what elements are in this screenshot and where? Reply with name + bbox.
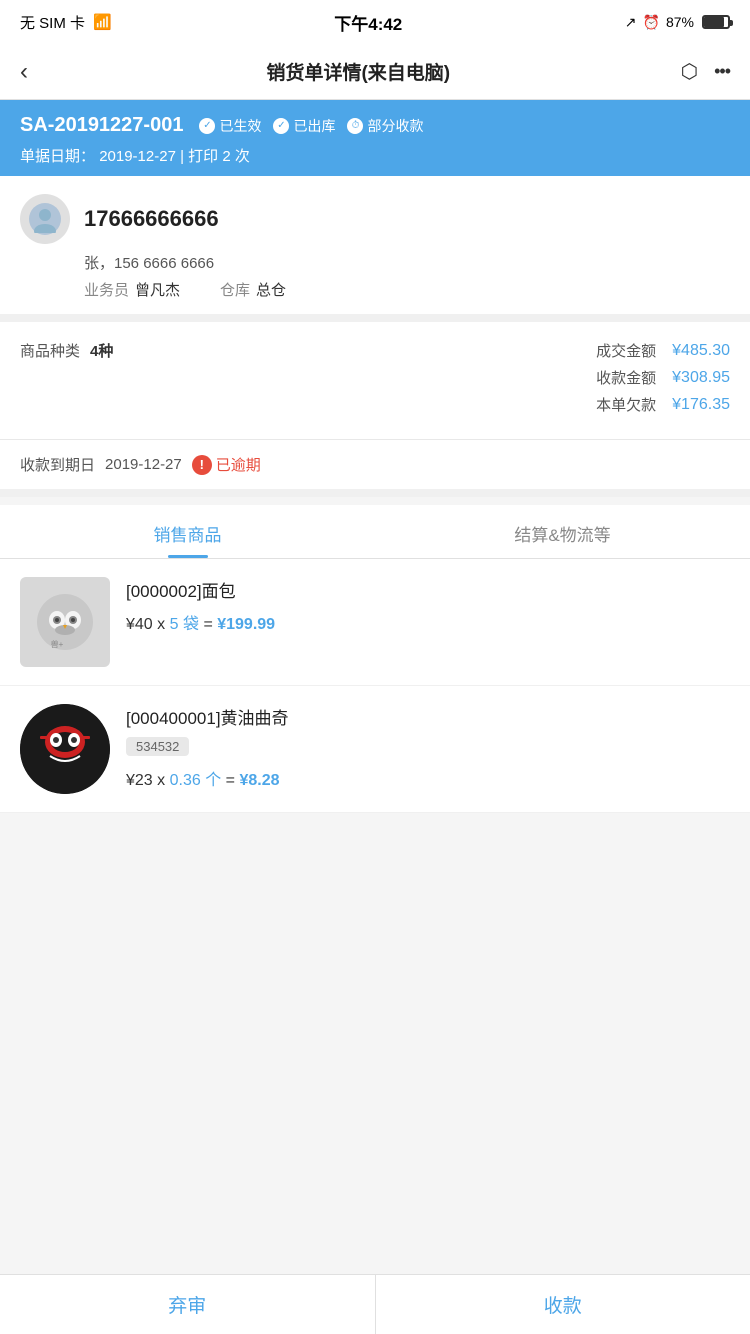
summary-grid: 商品种类 4种 成交金额 ¥485.30 收款金额 ¥308.95 本单欠款 ¥…: [20, 340, 730, 421]
wifi-icon: 📶: [93, 13, 112, 31]
divider-1: [0, 314, 750, 322]
product-type-label: 商品种类: [20, 340, 80, 361]
product-type-count: 4种: [90, 340, 113, 361]
sales-label: 业务员: [84, 279, 129, 300]
deal-amount-row: 成交金额 ¥485.30: [596, 340, 730, 361]
page-title: 销货单详情(来自电脑): [266, 58, 450, 85]
badge-activated: ✓ 已生效: [199, 116, 261, 136]
alarm-icon: ⏰: [643, 14, 660, 31]
product-info-1: [0000002]面包 ¥40 x 5 袋 = ¥199.99: [126, 577, 730, 634]
status-bar: 无 SIM 卡 📶 下午4:42 ↗ ⏰ 87%: [0, 0, 750, 44]
debt-amount: ¥176.35: [672, 396, 730, 414]
avatar: [20, 194, 70, 244]
receipt-amount-row: 收款金额 ¥308.95: [596, 367, 730, 388]
order-badges: ✓ 已生效 ✓ 已出库 ⏱ 部分收款: [199, 116, 423, 136]
share-icon[interactable]: ⬡: [681, 59, 698, 84]
status-time: 下午4:42: [334, 10, 402, 35]
overdue-text: 已逾期: [216, 454, 261, 475]
location-icon: ↗: [625, 14, 637, 31]
check-icon-2: ✓: [273, 118, 289, 134]
battery-bar: [702, 15, 730, 29]
divider-2: [0, 489, 750, 497]
print-count: 2: [222, 148, 230, 165]
product-sku-2: 534532: [126, 737, 189, 756]
back-button[interactable]: ‹: [20, 54, 36, 90]
overdue-badge: ! 已逾期: [192, 454, 261, 475]
svg-text:兽+: 兽+: [51, 639, 64, 649]
customer-id: 17666666666: [84, 206, 219, 232]
tab-sales-products[interactable]: 销售商品: [0, 505, 375, 558]
product-item-2: [000400001]黄油曲奇 534532 ¥23 x 0.36 个 = ¥8…: [0, 686, 750, 813]
warehouse-name: 总仓: [256, 279, 286, 300]
debt-amount-row: 本单欠款 ¥176.35: [596, 394, 730, 415]
badge-partial-payment: ⏱ 部分收款: [347, 116, 423, 136]
receipt-amount: ¥308.95: [672, 369, 730, 387]
header-banner: SA-20191227-001 ✓ 已生效 ✓ 已出库 ⏱ 部分收款 单据日期：…: [0, 100, 750, 176]
product-price-2: ¥23 x 0.36 个 = ¥8.28: [126, 766, 730, 790]
warehouse-meta: 仓库 总仓: [220, 279, 286, 300]
summary-section: 商品种类 4种 成交金额 ¥485.30 收款金额 ¥308.95 本单欠款 ¥…: [0, 322, 750, 439]
product-thumb-1: 兽+: [20, 577, 110, 667]
product-total-2: ¥8.28: [239, 772, 279, 789]
warehouse-label: 仓库: [220, 279, 250, 300]
nav-actions: ⬡ •••: [681, 59, 730, 84]
customer-section: 17666666666 张，156 6666 6666 业务员 曾凡杰 仓库 总…: [0, 176, 750, 314]
bottom-bar: 弃审 收款: [0, 1274, 750, 1334]
check-icon-1: ✓: [199, 118, 215, 134]
tabs-section: 销售商品 结算&物流等: [0, 505, 750, 559]
reject-audit-button[interactable]: 弃审: [0, 1275, 376, 1334]
product-name-1: [0000002]面包: [126, 577, 730, 602]
product-total-1: ¥199.99: [217, 616, 275, 633]
product-type-item: 商品种类 4种: [20, 340, 113, 361]
tab-settlement[interactable]: 结算&物流等: [375, 505, 750, 558]
carrier-text: 无 SIM 卡: [20, 12, 85, 33]
battery-text: 87%: [666, 14, 694, 30]
product-qty-1: 5: [170, 616, 179, 633]
collect-payment-button[interactable]: 收款: [376, 1275, 750, 1334]
summary-left: 商品种类 4种: [20, 340, 113, 365]
deal-amount: ¥485.30: [672, 342, 730, 360]
product-info-2: [000400001]黄油曲奇 534532 ¥23 x 0.36 个 = ¥8…: [126, 704, 730, 790]
customer-meta: 业务员 曾凡杰 仓库 总仓: [84, 279, 730, 300]
clock-icon: ⏱: [347, 118, 363, 134]
due-label: 收款到期日: [20, 454, 95, 475]
more-icon[interactable]: •••: [714, 61, 730, 82]
deal-label: 成交金额: [596, 340, 656, 361]
product-item-1: 兽+ [0000002]面包 ¥40 x 5 袋 = ¥199.99: [0, 559, 750, 686]
badge-shipped: ✓ 已出库: [273, 116, 335, 136]
product-price-1: ¥40 x 5 袋 = ¥199.99: [126, 610, 730, 634]
overdue-icon: !: [192, 455, 212, 475]
customer-row: 17666666666: [20, 194, 730, 244]
receipt-label: 收款金额: [596, 367, 656, 388]
thumb-placeholder-1: 兽+: [20, 577, 110, 667]
avatar-icon: [29, 203, 61, 235]
sales-meta: 业务员 曾凡杰: [84, 279, 180, 300]
order-date-row: 单据日期： 2019-12-27 | 打印 2 次: [20, 145, 730, 166]
summary-right: 成交金额 ¥485.30 收款金额 ¥308.95 本单欠款 ¥176.35: [596, 340, 730, 421]
product-list: 兽+ [0000002]面包 ¥40 x 5 袋 = ¥199.99: [0, 559, 750, 813]
customer-phone: 张，156 6666 6666: [84, 252, 730, 273]
nav-bar: ‹ 销货单详情(来自电脑) ⬡ •••: [0, 44, 750, 100]
order-date: 2019-12-27: [99, 148, 176, 165]
due-date-section: 收款到期日 2019-12-27 ! 已逾期: [0, 440, 750, 489]
thumb-circular-2: [20, 704, 110, 794]
due-date: 2019-12-27: [105, 456, 182, 473]
tabs-row: 销售商品 结算&物流等: [0, 505, 750, 559]
product-name-2: [000400001]黄油曲奇: [126, 704, 730, 729]
order-id: SA-20191227-001: [20, 114, 183, 137]
status-left: 无 SIM 卡 📶: [20, 12, 112, 33]
product-qty-2: 0.36: [170, 772, 201, 789]
debt-label: 本单欠款: [596, 394, 656, 415]
product-thumb-2: [20, 704, 110, 794]
sales-name: 曾凡杰: [135, 279, 180, 300]
status-right: ↗ ⏰ 87%: [625, 14, 730, 31]
